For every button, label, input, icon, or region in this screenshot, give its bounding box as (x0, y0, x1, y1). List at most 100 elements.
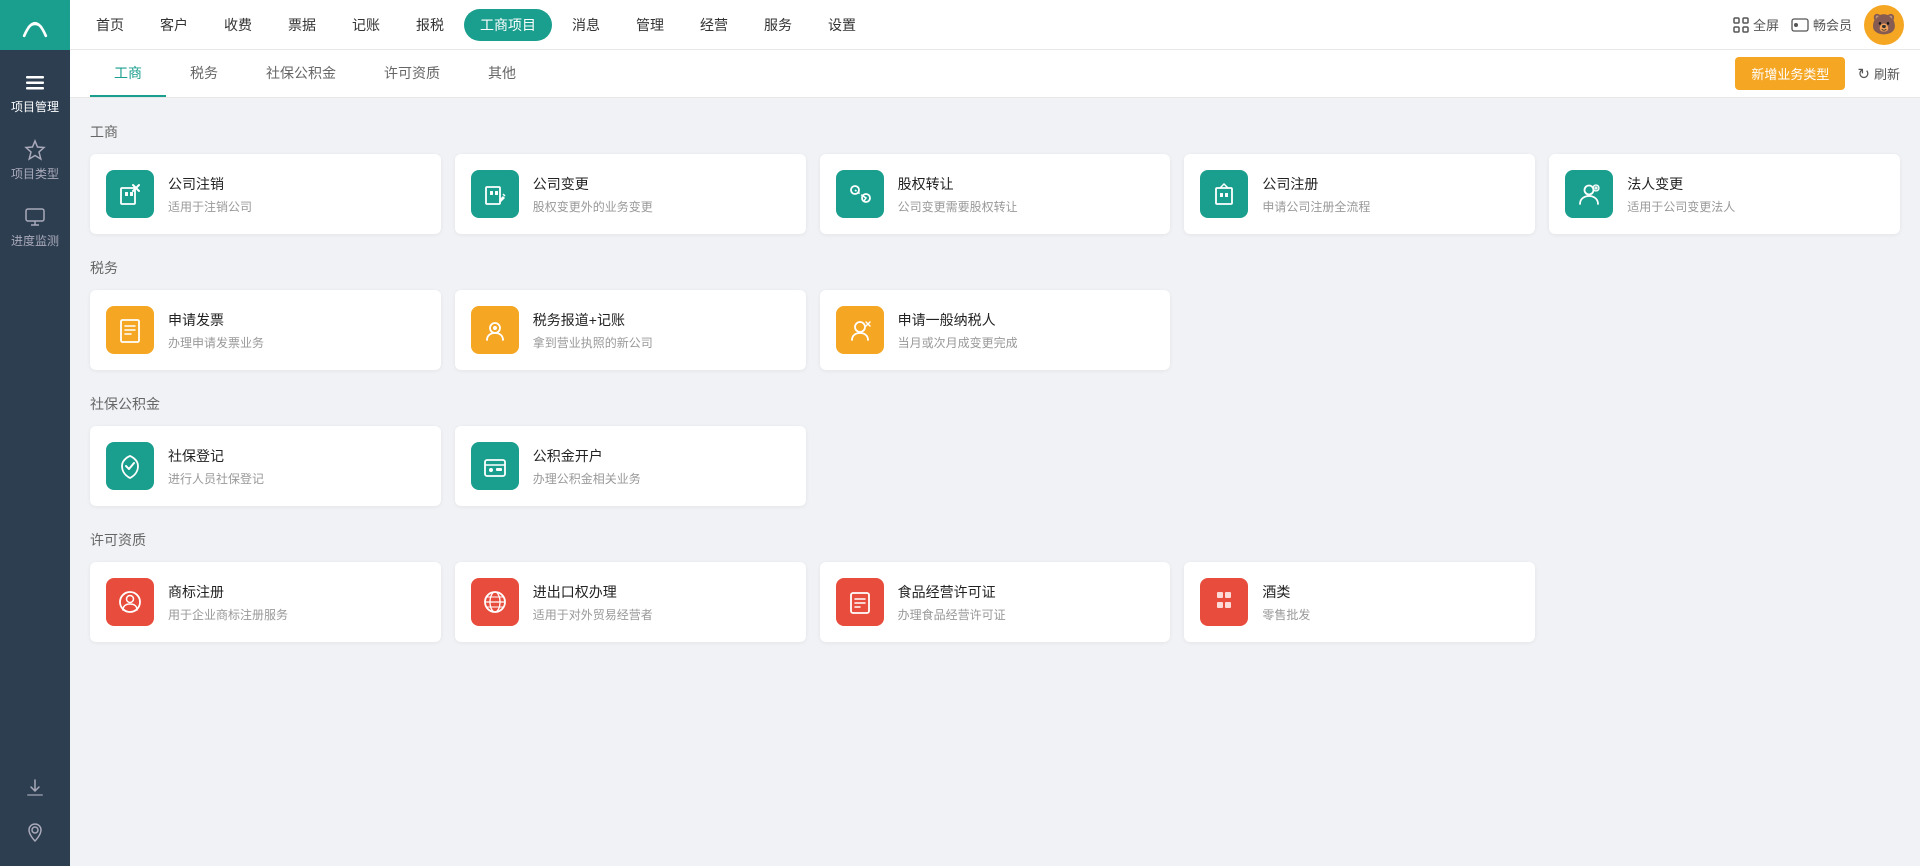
card-text-social-register: 社保登记 进行人员社保登记 (168, 446, 264, 487)
transfer-icon (846, 180, 874, 208)
sidebar: 项目管理 项目类型 进度监测 (0, 50, 70, 866)
card-title-apply-invoice: 申请发票 (168, 310, 264, 330)
logo[interactable] (0, 0, 70, 50)
card-company-cancel[interactable]: 公司注销 适用于注销公司 (90, 154, 441, 234)
nav-service[interactable]: 服务 (748, 9, 808, 41)
card-title-fund-account: 公积金开户 (533, 446, 641, 466)
card-text-tax-report: 税务报道+记账 拿到营业执照的新公司 (533, 310, 653, 351)
nav-right: 全屏 畅会员 🐻 (1733, 5, 1920, 45)
card-title-tax-report: 税务报道+记账 (533, 310, 653, 330)
nav-home[interactable]: 首页 (80, 9, 140, 41)
nav-manage[interactable]: 管理 (620, 9, 680, 41)
card-trademark[interactable]: 商标注册 用于企业商标注册服务 (90, 562, 441, 642)
invoice-icon (116, 316, 144, 344)
sidebar-item-project-type[interactable]: 项目类型 (0, 127, 70, 194)
nav-customer[interactable]: 客户 (144, 9, 204, 41)
nav-accounting[interactable]: 记账 (336, 9, 396, 41)
card-alcohol[interactable]: 酒类 零售批发 (1184, 562, 1535, 642)
card-desc-trademark: 用于企业商标注册服务 (168, 606, 288, 623)
sidebar-label-progress: 进度监测 (11, 232, 59, 249)
card-title-trademark: 商标注册 (168, 582, 288, 602)
location-icon-btn[interactable] (17, 814, 53, 850)
mascot[interactable]: 🐻 (1864, 5, 1904, 45)
refresh-button[interactable]: ↻ 刷新 (1857, 64, 1900, 83)
person-edit-icon (1575, 180, 1603, 208)
card-icon-social-register (106, 442, 154, 490)
card-company-register[interactable]: 公司注册 申请公司注册全流程 (1184, 154, 1535, 234)
card-text-company-change: 公司变更 股权变更外的业务变更 (533, 174, 653, 215)
cards-permit: 商标注册 用于企业商标注册服务 (90, 562, 1900, 642)
tab-tax[interactable]: 税务 (166, 50, 242, 97)
card-text-legal-change: 法人变更 适用于公司变更法人 (1627, 174, 1735, 215)
tab-industry[interactable]: 工商 (90, 50, 166, 97)
section-title-permit: 许可资质 (90, 530, 1900, 550)
fullscreen-icon (1733, 17, 1749, 33)
main-layout: 项目管理 项目类型 进度监测 (0, 50, 1920, 866)
card-desc-company-cancel: 适用于注销公司 (168, 198, 252, 215)
card-food-permit[interactable]: 食品经营许可证 办理食品经营许可证 (820, 562, 1171, 642)
card-desc-apply-invoice: 办理申请发票业务 (168, 334, 264, 351)
card-desc-general-taxpayer: 当月或次月成变更完成 (898, 334, 1018, 351)
nav-items: 首页 客户 收费 票据 记账 报税 工商项目 消息 管理 经营 服务 设置 (70, 9, 1733, 41)
tab-social-fund[interactable]: 社保公积金 (242, 50, 360, 97)
card-text-trademark: 商标注册 用于企业商标注册服务 (168, 582, 288, 623)
card-icon-tax-report (471, 306, 519, 354)
card-icon-general-taxpayer (836, 306, 884, 354)
fullscreen-label: 全屏 (1753, 15, 1779, 34)
new-type-button[interactable]: 新增业务类型 (1735, 57, 1845, 90)
card-title-equity-transfer: 股权转让 (898, 174, 1018, 194)
download-icon-btn[interactable] (17, 770, 53, 806)
sidebar-label-project-type: 项目类型 (11, 165, 59, 182)
card-icon-food-permit (836, 578, 884, 626)
card-company-change[interactable]: 公司变更 股权变更外的业务变更 (455, 154, 806, 234)
sidebar-bottom (17, 770, 53, 866)
card-text-fund-account: 公积金开户 办理公积金相关业务 (533, 446, 641, 487)
card-desc-food-permit: 办理食品经营许可证 (898, 606, 1006, 623)
card-import-export[interactable]: 进出口权办理 适用于对外贸易经营者 (455, 562, 806, 642)
fullscreen-button[interactable]: 全屏 (1733, 15, 1779, 34)
tab-permit[interactable]: 许可资质 (360, 50, 464, 97)
card-desc-tax-report: 拿到营业执照的新公司 (533, 334, 653, 351)
nav-operation[interactable]: 经营 (684, 9, 744, 41)
card-desc-legal-change: 适用于公司变更法人 (1627, 198, 1735, 215)
alcohol-icon (1210, 588, 1238, 616)
sidebar-item-project-manage[interactable]: 项目管理 (0, 60, 70, 127)
card-text-alcohol: 酒类 零售批发 (1262, 582, 1310, 623)
fund-account-icon (481, 452, 509, 480)
nav-fee[interactable]: 收费 (208, 9, 268, 41)
nav-message[interactable]: 消息 (556, 9, 616, 41)
card-desc-fund-account: 办理公积金相关业务 (533, 470, 641, 487)
card-title-company-register: 公司注册 (1262, 174, 1370, 194)
card-general-taxpayer[interactable]: 申请一般纳税人 当月或次月成变更完成 (820, 290, 1171, 370)
card-fund-account[interactable]: 公积金开户 办理公积金相关业务 (455, 426, 806, 506)
monitor-icon (24, 206, 46, 228)
tab-bar: 工商 税务 社保公积金 许可资质 其他 新增业务类型 ↻ 刷新 (70, 50, 1920, 98)
trademark-icon (116, 588, 144, 616)
sidebar-item-progress[interactable]: 进度监测 (0, 194, 70, 261)
card-icon-alcohol (1200, 578, 1248, 626)
card-icon-trademark (106, 578, 154, 626)
location-icon (24, 821, 46, 843)
vip-button[interactable]: 畅会员 (1791, 15, 1852, 34)
tab-other[interactable]: 其他 (464, 50, 540, 97)
card-title-import-export: 进出口权办理 (533, 582, 653, 602)
card-text-import-export: 进出口权办理 适用于对外贸易经营者 (533, 582, 653, 623)
cards-industry: 公司注销 适用于注销公司 (90, 154, 1900, 234)
card-social-register[interactable]: 社保登记 进行人员社保登记 (90, 426, 441, 506)
card-icon-equity-transfer (836, 170, 884, 218)
card-equity-transfer[interactable]: 股权转让 公司变更需要股权转让 (820, 154, 1171, 234)
download-icon (24, 777, 46, 799)
card-text-equity-transfer: 股权转让 公司变更需要股权转让 (898, 174, 1018, 215)
card-tax-report[interactable]: 税务报道+记账 拿到营业执照的新公司 (455, 290, 806, 370)
section-title-industry: 工商 (90, 122, 1900, 142)
content-area: 工商 税务 社保公积金 许可资质 其他 新增业务类型 ↻ 刷新 工商 (70, 50, 1920, 866)
card-desc-company-register: 申请公司注册全流程 (1262, 198, 1370, 215)
nav-industry[interactable]: 工商项目 (464, 9, 552, 41)
nav-settings[interactable]: 设置 (812, 9, 872, 41)
card-legal-change[interactable]: 法人变更 适用于公司变更法人 (1549, 154, 1900, 234)
card-apply-invoice[interactable]: 申请发票 办理申请发票业务 (90, 290, 441, 370)
building-reg-icon (1210, 180, 1238, 208)
nav-tax[interactable]: 报税 (400, 9, 460, 41)
card-title-company-change: 公司变更 (533, 174, 653, 194)
nav-ticket[interactable]: 票据 (272, 9, 332, 41)
